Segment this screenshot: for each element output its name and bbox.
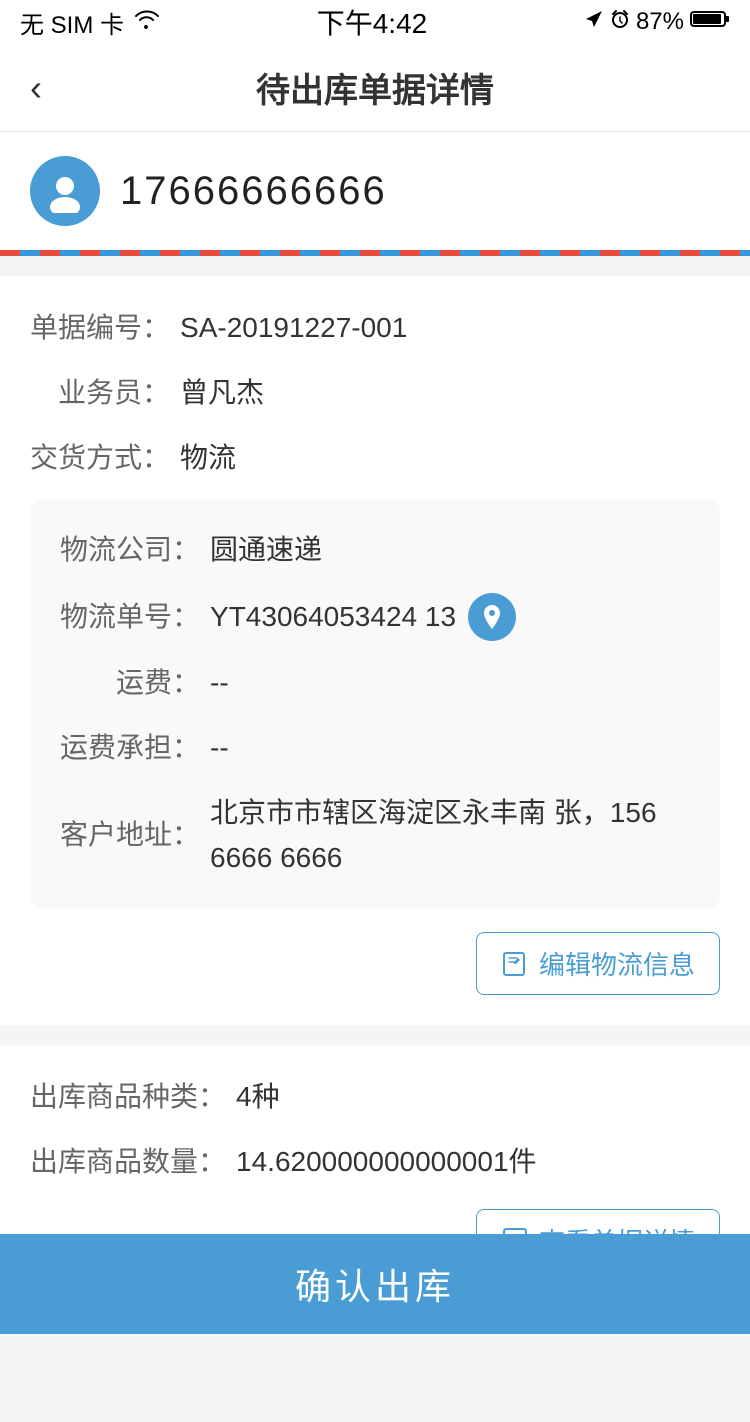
status-left: 无 SIM 卡 xyxy=(20,5,160,40)
edit-btn-container: 编辑物流信息 xyxy=(30,932,720,995)
confirm-outbound-label: 确认出库 xyxy=(295,1258,455,1310)
logistics-company-row: 物流公司： 圆通速递 xyxy=(60,528,690,573)
product-quantity-value: 14.620000000000001件 xyxy=(226,1140,720,1185)
document-number-label: 单据编号： xyxy=(30,306,170,351)
status-bar: 无 SIM 卡 下午4:42 87% xyxy=(0,0,750,44)
edit-logistics-label: 编辑物流信息 xyxy=(539,945,695,982)
freight-value: -- xyxy=(200,661,690,706)
status-time: 下午4:42 xyxy=(317,2,428,42)
freight-bear-label: 运费承担： xyxy=(60,726,200,771)
alarm-icon xyxy=(610,8,630,36)
sales-person-value: 曾凡杰 xyxy=(170,371,720,416)
carrier-text: 无 SIM 卡 xyxy=(20,5,124,40)
customer-address-label: 客户地址： xyxy=(60,813,200,858)
tracking-number-value: YT43064053424 13 xyxy=(200,593,690,641)
freight-bear-value: -- xyxy=(200,726,690,771)
delivery-method-row: 交货方式： 物流 xyxy=(30,436,720,481)
status-right: 87% xyxy=(584,8,730,36)
customer-address-value: 北京市市辖区海淀区永丰南 张，156 6666 6666 xyxy=(200,791,690,881)
page-title: 待出库单据详情 xyxy=(256,63,494,112)
confirm-outbound-button[interactable]: 确认出库 xyxy=(0,1234,750,1334)
delivery-method-label: 交货方式： xyxy=(30,436,170,481)
back-button[interactable]: ‹ xyxy=(30,67,90,109)
document-number-row: 单据编号： SA-20191227-001 xyxy=(30,306,720,351)
document-number-value: SA-20191227-001 xyxy=(170,306,720,351)
product-quantity-row: 出库商品数量： 14.620000000000001件 xyxy=(30,1140,720,1185)
product-type-row: 出库商品种类： 4种 xyxy=(30,1075,720,1120)
product-quantity-label: 出库商品数量： xyxy=(30,1140,226,1185)
basic-info-section: 单据编号： SA-20191227-001 业务员： 曾凡杰 交货方式： 物流 … xyxy=(0,276,750,1025)
user-header: 17666666666 xyxy=(0,132,750,250)
product-type-value: 4种 xyxy=(226,1075,720,1120)
nav-bar: ‹ 待出库单据详情 xyxy=(0,44,750,132)
wifi-icon xyxy=(132,8,160,36)
logistics-company-value: 圆通速递 xyxy=(200,528,690,573)
user-avatar xyxy=(30,156,100,226)
customer-address-row: 客户地址： 北京市市辖区海淀区永丰南 张，156 6666 6666 xyxy=(60,791,690,881)
sales-person-row: 业务员： 曾凡杰 xyxy=(30,371,720,416)
sales-person-label: 业务员： xyxy=(30,371,170,416)
battery-percent: 87% xyxy=(636,8,684,36)
edit-logistics-button[interactable]: 编辑物流信息 xyxy=(476,932,720,995)
tracking-location-button[interactable] xyxy=(468,593,516,641)
battery-icon xyxy=(690,8,730,36)
location-arrow-icon xyxy=(584,8,604,36)
dashed-divider xyxy=(0,250,750,256)
tracking-number-label: 物流单号： xyxy=(60,595,200,640)
freight-bear-row: 运费承担： -- xyxy=(60,726,690,771)
user-phone: 17666666666 xyxy=(120,169,387,214)
product-type-label: 出库商品种类： xyxy=(30,1075,226,1120)
tracking-number-row: 物流单号： YT43064053424 13 xyxy=(60,593,690,641)
logistics-card: 物流公司： 圆通速递 物流单号： YT43064053424 13 运费： --… xyxy=(30,500,720,908)
freight-row: 运费： -- xyxy=(60,661,690,706)
freight-label: 运费： xyxy=(60,661,200,706)
delivery-method-value: 物流 xyxy=(170,436,720,481)
logistics-company-label: 物流公司： xyxy=(60,528,200,573)
